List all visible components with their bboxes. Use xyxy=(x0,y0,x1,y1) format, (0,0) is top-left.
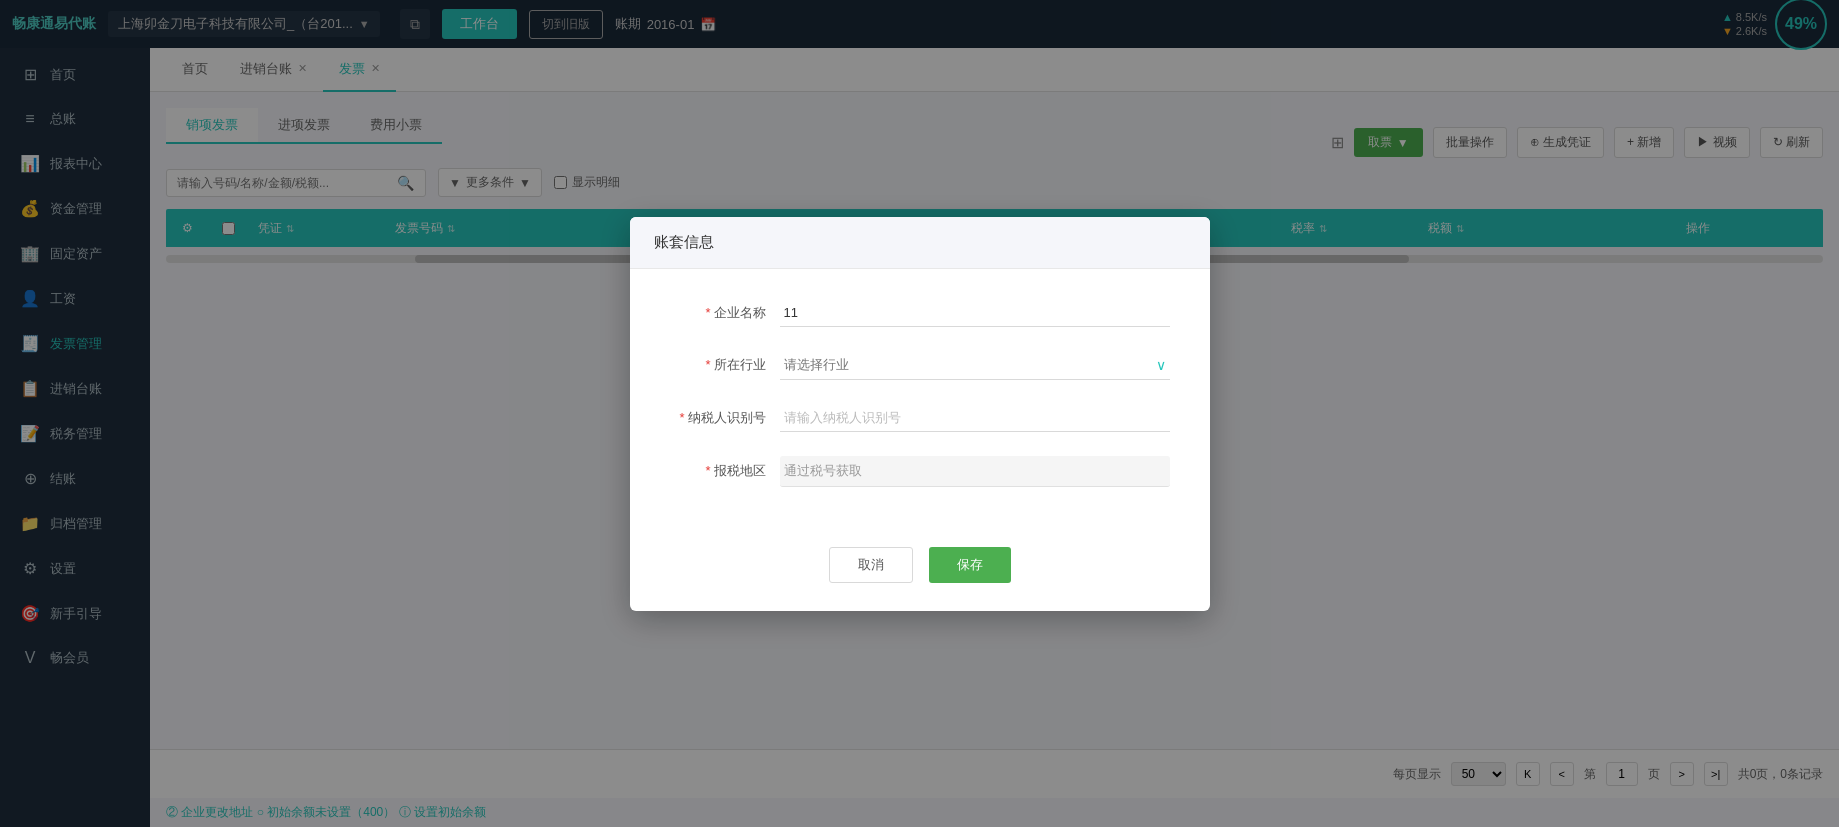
industry-dropdown-icon[interactable]: ∨ xyxy=(1156,357,1166,373)
tax-id-input[interactable] xyxy=(780,404,1170,432)
company-name-label: *企业名称 xyxy=(670,304,780,322)
industry-select-input[interactable] xyxy=(784,357,1156,372)
form-row-tax-region: *报税地区 通过税号获取 xyxy=(670,456,1170,487)
form-row-company-name: *企业名称 xyxy=(670,299,1170,327)
form-row-tax-id: *纳税人识别号 xyxy=(670,404,1170,432)
save-button[interactable]: 保存 xyxy=(929,547,1011,583)
required-star: * xyxy=(705,463,710,478)
required-star: * xyxy=(679,410,684,425)
company-name-input[interactable] xyxy=(780,299,1170,327)
cancel-button[interactable]: 取消 xyxy=(829,547,913,583)
account-info-dialog: 账套信息 *企业名称 *所在行业 ∨ xyxy=(630,217,1210,611)
dialog-footer: 取消 保存 xyxy=(630,531,1210,611)
modal-overlay[interactable]: 账套信息 *企业名称 *所在行业 ∨ xyxy=(0,0,1839,827)
industry-label: *所在行业 xyxy=(670,356,780,374)
required-star: * xyxy=(705,357,710,372)
required-star: * xyxy=(705,305,710,320)
form-row-industry: *所在行业 ∨ xyxy=(670,351,1170,380)
dialog-header: 账套信息 xyxy=(630,217,1210,269)
dialog-body: *企业名称 *所在行业 ∨ *纳税人识别号 xyxy=(630,269,1210,531)
tax-id-label: *纳税人识别号 xyxy=(670,409,780,427)
tax-region-label: *报税地区 xyxy=(670,462,780,480)
industry-select-wrapper[interactable]: ∨ xyxy=(780,351,1170,380)
dialog-title: 账套信息 xyxy=(654,233,714,250)
tax-region-display: 通过税号获取 xyxy=(780,456,1170,487)
